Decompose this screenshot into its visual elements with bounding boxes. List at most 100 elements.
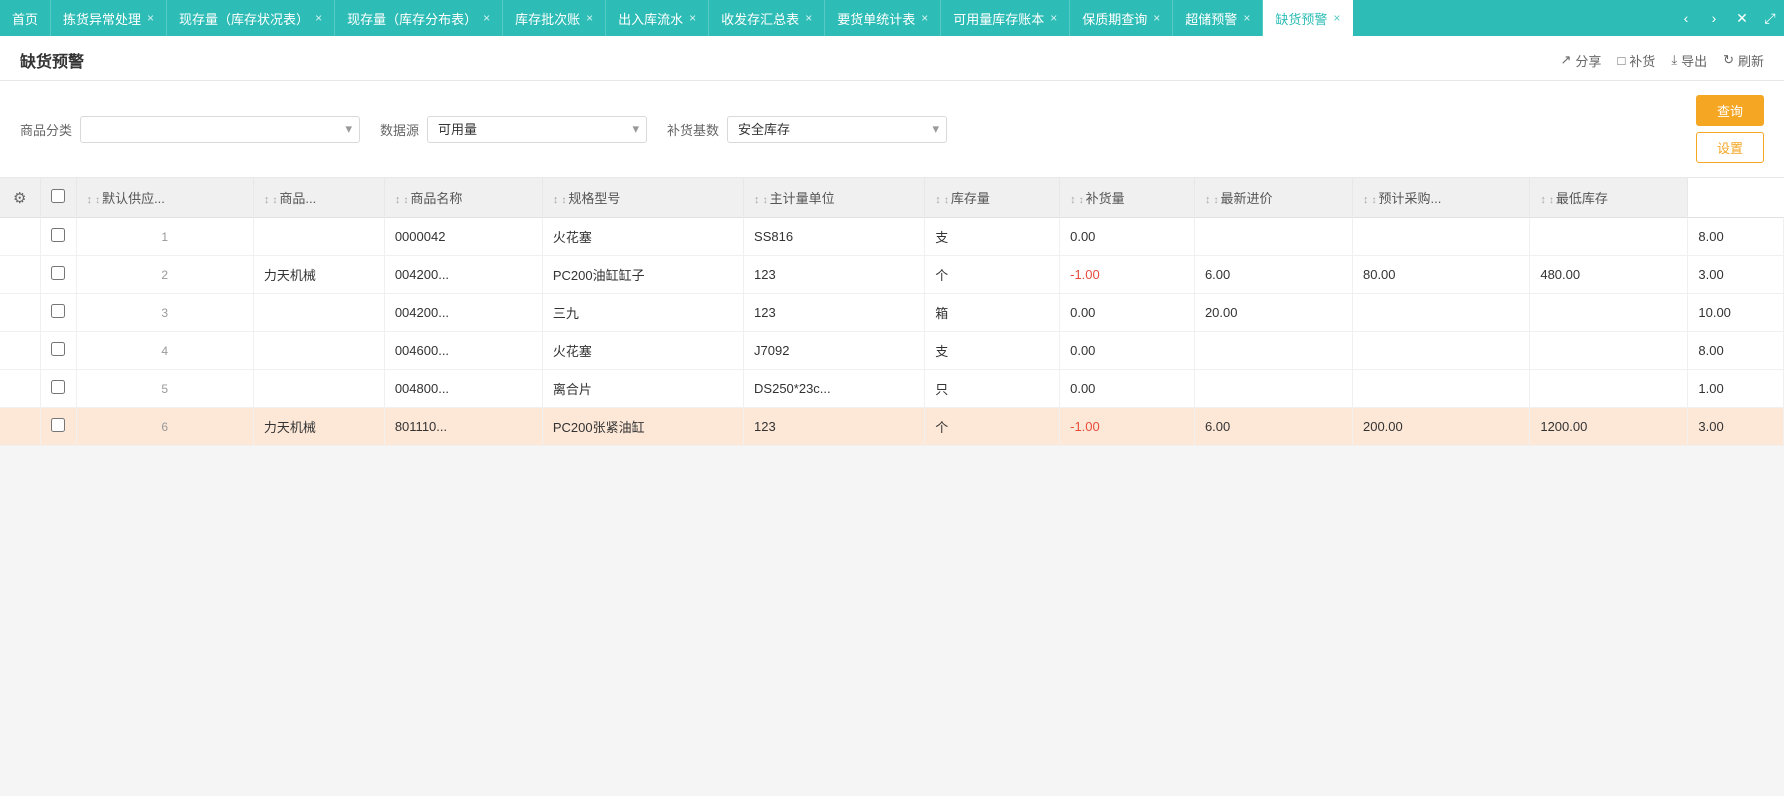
tab-expand[interactable]: ⤢ <box>1756 0 1784 36</box>
cell-default-supplier <box>253 294 384 332</box>
row-checkbox[interactable] <box>51 418 65 432</box>
close-tab-6[interactable]: × <box>805 11 812 25</box>
cell-spec: J7092 <box>744 332 925 370</box>
cell-stock: -1.00 <box>1060 408 1195 446</box>
row-gear-cell <box>0 408 40 446</box>
sort-arrow-6: ↕ <box>944 195 949 206</box>
row-checkbox[interactable] <box>51 342 65 356</box>
th-stock[interactable]: ↕库存量 <box>925 178 1060 218</box>
th-replenish-qty[interactable]: ↕补货量 <box>1060 178 1195 218</box>
tab-nav-prev[interactable]: ‹ <box>1672 0 1700 36</box>
export-icon: ⤓ <box>1671 52 1677 68</box>
tab-inout-flow[interactable]: 出入库流水 × <box>606 0 709 36</box>
sort-arrow-8: ↕ <box>1214 195 1219 206</box>
category-select[interactable] <box>80 116 360 143</box>
sort-arrow-10: ↕ <box>1549 195 1554 206</box>
datasource-select[interactable]: 可用量 <box>427 116 647 143</box>
th-default-supplier[interactable]: ↕默认供应... <box>76 178 253 218</box>
table-header-row: ⚙ ↕默认供应... ↕商品... ↕商品名称 ↕规格型号 <box>0 178 1784 218</box>
tab-overstock[interactable]: 超储预警 × <box>1173 0 1263 36</box>
sort-arrow-2: ↕ <box>272 195 277 206</box>
close-tab-5[interactable]: × <box>689 11 696 25</box>
cell-latest-price: 200.00 <box>1352 408 1529 446</box>
th-gear[interactable]: ⚙ <box>0 178 40 218</box>
cell-replenish-qty <box>1194 370 1352 408</box>
tab-batch-account[interactable]: 库存批次账 × <box>503 0 606 36</box>
cell-stock: 0.00 <box>1060 218 1195 256</box>
tab-summary[interactable]: 收发存汇总表 × <box>709 0 825 36</box>
close-tab-1[interactable]: × <box>147 11 154 25</box>
th-latest-price[interactable]: ↕最新进价 <box>1194 178 1352 218</box>
table-row: 6力天机械801110...PC200张紧油缸123个-1.006.00200.… <box>0 408 1784 446</box>
row-checkbox[interactable] <box>51 228 65 242</box>
tab-picking-exception[interactable]: 拣货异常处理 × <box>51 0 167 36</box>
query-button[interactable]: 查询 <box>1696 95 1764 126</box>
cell-latest-price <box>1352 218 1529 256</box>
table-row: 2力天机械004200...PC200油缸缸子123个-1.006.0080.0… <box>0 256 1784 294</box>
table-container: ⚙ ↕默认供应... ↕商品... ↕商品名称 ↕规格型号 <box>0 178 1784 446</box>
filter-actions: 查询 设置 <box>1696 95 1764 163</box>
refresh-button[interactable]: ↻ 刷新 <box>1723 51 1764 70</box>
tab-available-stock[interactable]: 可用量库存账本 × <box>941 0 1070 36</box>
row-gear-cell <box>0 332 40 370</box>
cell-replenish-qty: 6.00 <box>1194 408 1352 446</box>
header-actions: ↗ 分享 □ 补货 ⤓ 导出 ↻ 刷新 <box>1561 51 1764 70</box>
row-checkbox-cell <box>40 370 76 408</box>
row-checkbox-cell <box>40 294 76 332</box>
tab-shortage-warning[interactable]: 缺货预警 × <box>1263 0 1353 36</box>
sort-arrow-7: ↕ <box>1079 195 1084 206</box>
tab-expiry-query[interactable]: 保质期查询 × <box>1070 0 1173 36</box>
cell-spec: DS250*23c... <box>744 370 925 408</box>
row-number: 6 <box>76 408 253 446</box>
cell-product-name: PC200油缸缸子 <box>542 256 743 294</box>
close-tab-2[interactable]: × <box>315 11 322 25</box>
row-checkbox[interactable] <box>51 304 65 318</box>
close-tab-9[interactable]: × <box>1153 11 1160 25</box>
cell-default-supplier: 力天机械 <box>253 256 384 294</box>
cell-product-name: 三九 <box>542 294 743 332</box>
cell-unit: 支 <box>925 332 1060 370</box>
cell-latest-price: 80.00 <box>1352 256 1529 294</box>
sort-arrow-9: ↕ <box>1372 195 1377 206</box>
th-est-purchase[interactable]: ↕预计采购... <box>1352 178 1529 218</box>
cell-spec: 123 <box>744 408 925 446</box>
tab-inventory-distribution[interactable]: 现存量（库存分布表） × <box>335 0 503 36</box>
row-checkbox[interactable] <box>51 380 65 394</box>
settings-button[interactable]: 设置 <box>1696 132 1764 163</box>
close-tab-4[interactable]: × <box>586 11 593 25</box>
th-min-stock[interactable]: ↕最低库存 <box>1530 178 1688 218</box>
th-spec[interactable]: ↕规格型号 <box>542 178 743 218</box>
table-row: 10000042火花塞SS816支0.008.00 <box>0 218 1784 256</box>
close-tab-3[interactable]: × <box>483 11 490 25</box>
replenish-basis-select[interactable]: 安全库存 <box>727 116 947 143</box>
th-product-code[interactable]: ↕商品... <box>253 178 384 218</box>
tab-requisition[interactable]: 要货单统计表 × <box>825 0 941 36</box>
cell-default-supplier <box>253 370 384 408</box>
row-checkbox-cell <box>40 332 76 370</box>
tab-inventory-status[interactable]: 现存量（库存状况表） × <box>167 0 335 36</box>
row-checkbox[interactable] <box>51 266 65 280</box>
replenish-basis-select-wrapper: 安全库存 <box>727 116 947 143</box>
cell-spec: SS816 <box>744 218 925 256</box>
cell-product-code: 004200... <box>384 294 542 332</box>
th-product-name[interactable]: ↕商品名称 <box>384 178 542 218</box>
share-button[interactable]: ↗ 分享 <box>1561 51 1602 70</box>
cell-stock: 0.00 <box>1060 332 1195 370</box>
close-tab-11[interactable]: × <box>1333 11 1340 25</box>
close-tab-7[interactable]: × <box>921 11 928 25</box>
row-checkbox-cell <box>40 408 76 446</box>
export-button[interactable]: ⤓ 导出 <box>1671 51 1707 70</box>
tab-home[interactable]: 首页 <box>0 0 51 36</box>
cell-product-name: PC200张紧油缸 <box>542 408 743 446</box>
cell-est-purchase <box>1530 332 1688 370</box>
replenish-button[interactable]: □ 补货 <box>1617 51 1655 70</box>
tab-close-current[interactable]: ✕ <box>1728 0 1756 36</box>
close-tab-8[interactable]: × <box>1050 11 1057 25</box>
select-all-checkbox[interactable] <box>51 189 65 203</box>
tab-nav-next[interactable]: › <box>1700 0 1728 36</box>
close-tab-10[interactable]: × <box>1243 11 1250 25</box>
row-number: 4 <box>76 332 253 370</box>
th-unit[interactable]: ↕主计量单位 <box>744 178 925 218</box>
cell-unit: 箱 <box>925 294 1060 332</box>
th-checkbox[interactable] <box>40 178 76 218</box>
